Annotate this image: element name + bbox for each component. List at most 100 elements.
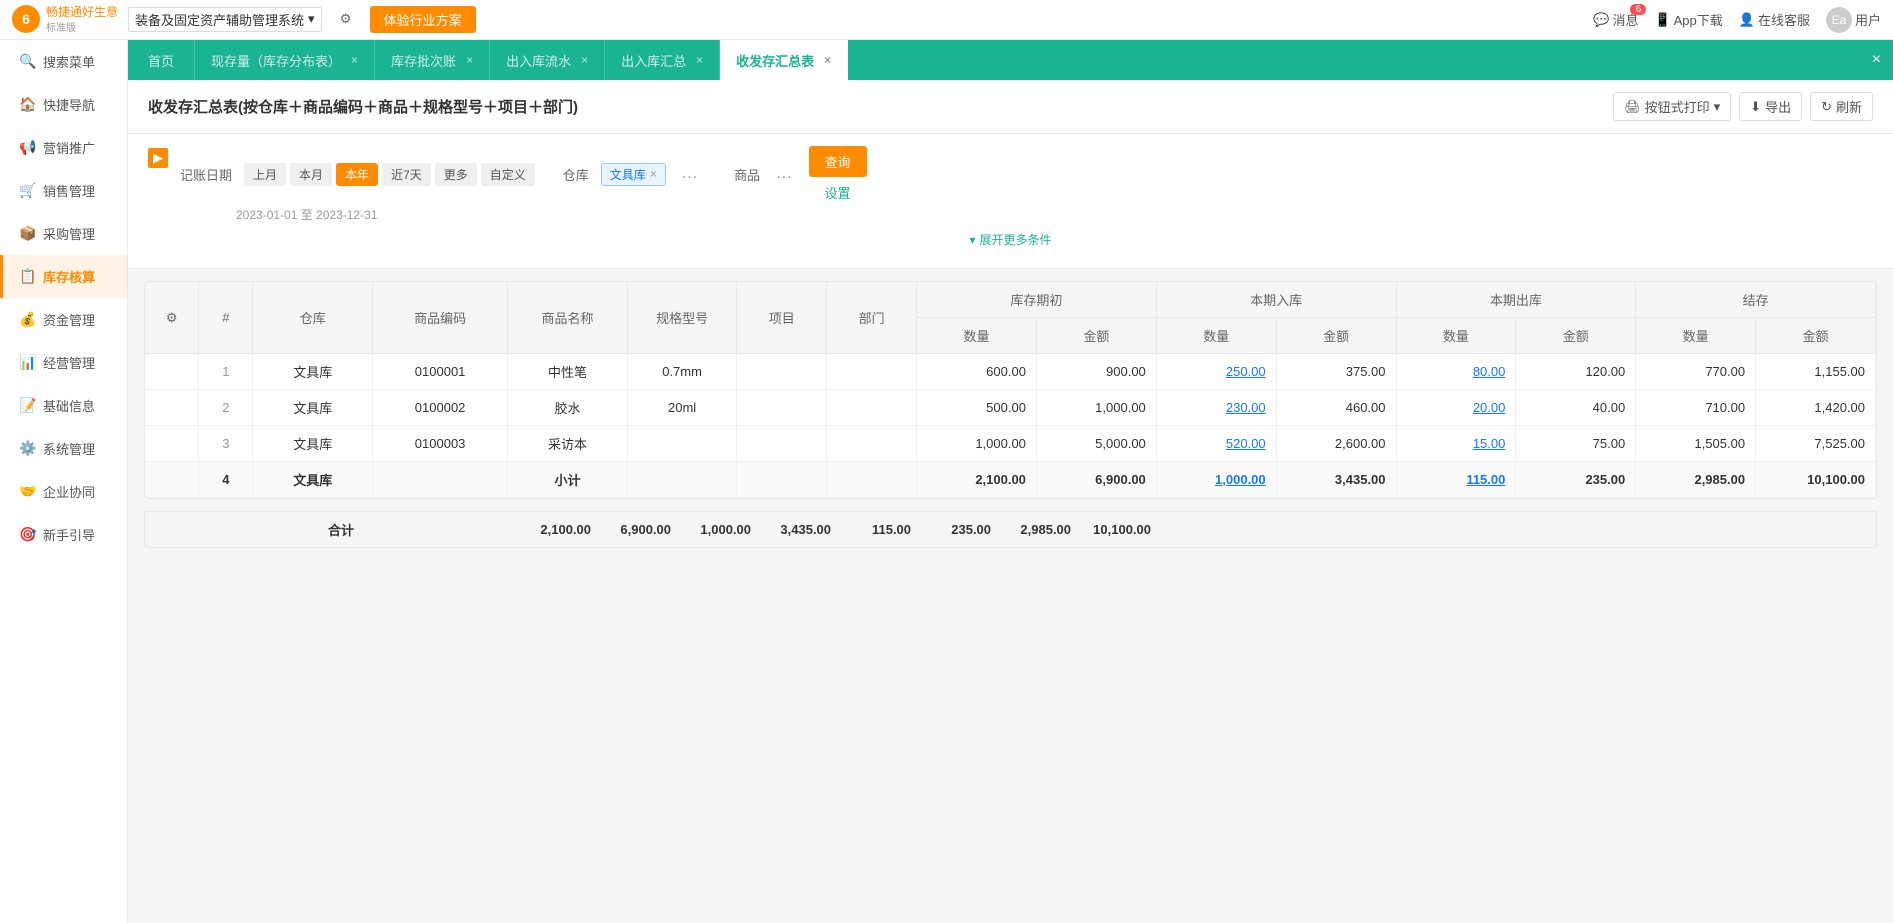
sidebar-item-purchase[interactable]: 📦 采购管理 <box>0 212 127 255</box>
warehouse-tag-close[interactable]: × <box>650 167 657 181</box>
date-btn-more[interactable]: 更多 <box>435 163 477 186</box>
row-settings-0[interactable] <box>145 354 199 390</box>
col-settings-header[interactable]: ⚙ <box>145 282 199 354</box>
marketing-icon: 📢 <box>19 139 35 156</box>
tab-batch-ledger[interactable]: 库存批次账 × <box>375 40 490 80</box>
tab-batch-ledger-close[interactable]: × <box>466 53 473 67</box>
tab-in-out-flow[interactable]: 出入库流水 × <box>490 40 605 80</box>
subtotal-out-amt: 235.00 <box>1516 462 1636 498</box>
row-in-qty-0[interactable]: 250.00 <box>1156 354 1276 390</box>
row-out-qty-2[interactable]: 15.00 <box>1396 426 1516 462</box>
expand-more-button[interactable]: ▾ 展开更多条件 <box>969 231 1051 248</box>
filter-row-1: 记账日期 上月 本月 本年 近7天 更多 自定义 仓库 <box>180 146 1873 202</box>
sidebar-item-sys[interactable]: ⚙️ 系统管理 <box>0 427 127 470</box>
sidebar-item-quick-nav[interactable]: 🏠 快捷导航 <box>0 83 127 126</box>
inventory-icon: 📋 <box>19 268 35 285</box>
tab-in-out-flow-close[interactable]: × <box>581 53 588 67</box>
tab-inventory-dist[interactable]: 现存量（库存分布表） × <box>195 40 375 80</box>
tab-bar: 首页 现存量（库存分布表） × 库存批次账 × 出入库流水 × 出入库汇总 × … <box>128 40 1893 80</box>
date-btn-7days[interactable]: 近7天 <box>382 163 431 186</box>
sidebar-item-search[interactable]: 🔍 搜索菜单 <box>0 40 127 83</box>
row-settings-1[interactable] <box>145 390 199 426</box>
sidebar-item-corp[interactable]: 🤝 企业协同 <box>0 470 127 513</box>
sidebar-item-basic-info[interactable]: 📝 基础信息 <box>0 384 127 427</box>
sub-bal-amt: 金额 <box>1756 318 1876 354</box>
warehouse-tag-text: 文具库 <box>610 166 646 183</box>
sidebar-item-inventory[interactable]: 📋 库存核算 <box>0 255 127 298</box>
sub-out-qty: 数量 <box>1396 318 1516 354</box>
trial-button[interactable]: 体验行业方案 <box>370 6 476 33</box>
row-warehouse-0: 文具库 <box>253 354 373 390</box>
row-bal-amt-1: 1,420.00 <box>1756 390 1876 426</box>
subtotal-settings <box>145 462 199 498</box>
subtotal-warehouse: 文具库 <box>253 462 373 498</box>
tab-in-out-summary[interactable]: 出入库汇总 × <box>605 40 720 80</box>
print-button[interactable]: 🖨 按钮式打印 ▾ <box>1613 92 1731 121</box>
logo-area: 6 畅捷通好生意 标准版 <box>12 5 118 34</box>
sidebar-item-biz[interactable]: 📊 经营管理 <box>0 341 127 384</box>
tab-recv-send-summary-close[interactable]: × <box>824 53 831 67</box>
sub-start-amt: 金额 <box>1036 318 1156 354</box>
filter-toggle[interactable]: ▶ <box>148 148 168 168</box>
sub-bal-qty: 数量 <box>1636 318 1756 354</box>
date-btn-last-month[interactable]: 上月 <box>244 163 286 186</box>
row-out-qty-1[interactable]: 20.00 <box>1396 390 1516 426</box>
basic-info-icon: 📝 <box>19 397 35 414</box>
date-btn-this-month[interactable]: 本月 <box>290 163 332 186</box>
row-out-qty-0[interactable]: 80.00 <box>1396 354 1516 390</box>
tab-bar-close[interactable]: × <box>1860 51 1893 69</box>
row-in-qty-2[interactable]: 520.00 <box>1156 426 1276 462</box>
tab-batch-ledger-label: 库存批次账 <box>391 51 456 70</box>
date-range-text: 2023-01-01 至 2023-12-31 <box>236 206 1873 223</box>
sidebar-label-corp: 企业协同 <box>43 482 95 501</box>
product-filter-label: 商品 <box>734 165 760 184</box>
sidebar-label-sys: 系统管理 <box>43 439 95 458</box>
total-bal-qty: 2,985.00 <box>1001 522 1081 537</box>
subtotal-out-qty[interactable]: 115.00 <box>1396 462 1516 498</box>
online-service-item[interactable]: 👤 在线客服 <box>1739 10 1810 29</box>
subtotal-in-qty[interactable]: 1,000.00 <box>1156 462 1276 498</box>
sidebar-label-purchase: 采购管理 <box>43 224 95 243</box>
sidebar-item-sales[interactable]: 🛒 销售管理 <box>0 169 127 212</box>
sidebar-item-asset[interactable]: 💰 资金管理 <box>0 298 127 341</box>
subtotal-start-amt: 6,900.00 <box>1036 462 1156 498</box>
logo-icon: 6 <box>12 5 40 33</box>
row-bal-qty-0: 770.00 <box>1636 354 1756 390</box>
sub-out-amt: 金额 <box>1516 318 1636 354</box>
table-row: 2 文具库 0100002 胶水 20ml 500.00 1,000.00 23… <box>145 390 1876 426</box>
tab-home[interactable]: 首页 <box>128 40 195 80</box>
row-project-1 <box>737 390 827 426</box>
system-title-dropdown[interactable]: 装备及固定资产辅助管理系统 ▾ <box>128 7 322 32</box>
row-project-2 <box>737 426 827 462</box>
export-button[interactable]: ⬇ 导出 <box>1739 92 1802 121</box>
row-bal-qty-1: 710.00 <box>1636 390 1756 426</box>
expand-label: 展开更多条件 <box>980 231 1052 248</box>
search-icon: 🔍 <box>19 53 35 70</box>
tab-in-out-summary-close[interactable]: × <box>696 53 703 67</box>
sidebar-item-marketing[interactable]: 📢 营销推广 <box>0 126 127 169</box>
filter-dots-product[interactable]: ... <box>772 165 796 183</box>
guide-icon: 🎯 <box>19 526 35 543</box>
row-settings-2[interactable] <box>145 426 199 462</box>
refresh-button[interactable]: ↻ 刷新 <box>1810 92 1873 121</box>
settings-icon[interactable]: ⚙ <box>332 5 360 33</box>
message-item[interactable]: 💬 消息 6 <box>1593 10 1638 29</box>
page-header: 收发存汇总表(按仓库＋商品编码＋商品＋规格型号＋项目＋部门) 🖨 按钮式打印 ▾… <box>128 80 1893 134</box>
user-item[interactable]: Ea 用户 <box>1826 7 1881 33</box>
user-label: 用户 <box>1855 10 1881 29</box>
settings-link[interactable]: 设置 <box>825 183 851 202</box>
corp-icon: 🤝 <box>19 483 35 500</box>
query-button[interactable]: 查询 <box>809 146 867 177</box>
header-right: 💬 消息 6 📱 App下载 👤 在线客服 Ea 用户 <box>1593 7 1881 33</box>
app-download-item[interactable]: 📱 App下载 <box>1654 10 1722 29</box>
filter-dots-warehouse[interactable]: ... <box>678 165 702 183</box>
row-in-qty-1[interactable]: 230.00 <box>1156 390 1276 426</box>
tab-recv-send-summary[interactable]: 收发存汇总表 × <box>720 40 848 80</box>
sidebar-item-guide[interactable]: 🎯 新手引导 <box>0 513 127 556</box>
tab-recv-send-summary-label: 收发存汇总表 <box>736 51 814 70</box>
page-title: 收发存汇总表(按仓库＋商品编码＋商品＋规格型号＋项目＋部门) <box>148 96 578 117</box>
tab-inventory-dist-close[interactable]: × <box>351 53 358 67</box>
tab-inventory-dist-label: 现存量（库存分布表） <box>211 51 341 70</box>
date-btn-custom[interactable]: 自定义 <box>481 163 535 186</box>
date-btn-this-year[interactable]: 本年 <box>336 163 378 186</box>
